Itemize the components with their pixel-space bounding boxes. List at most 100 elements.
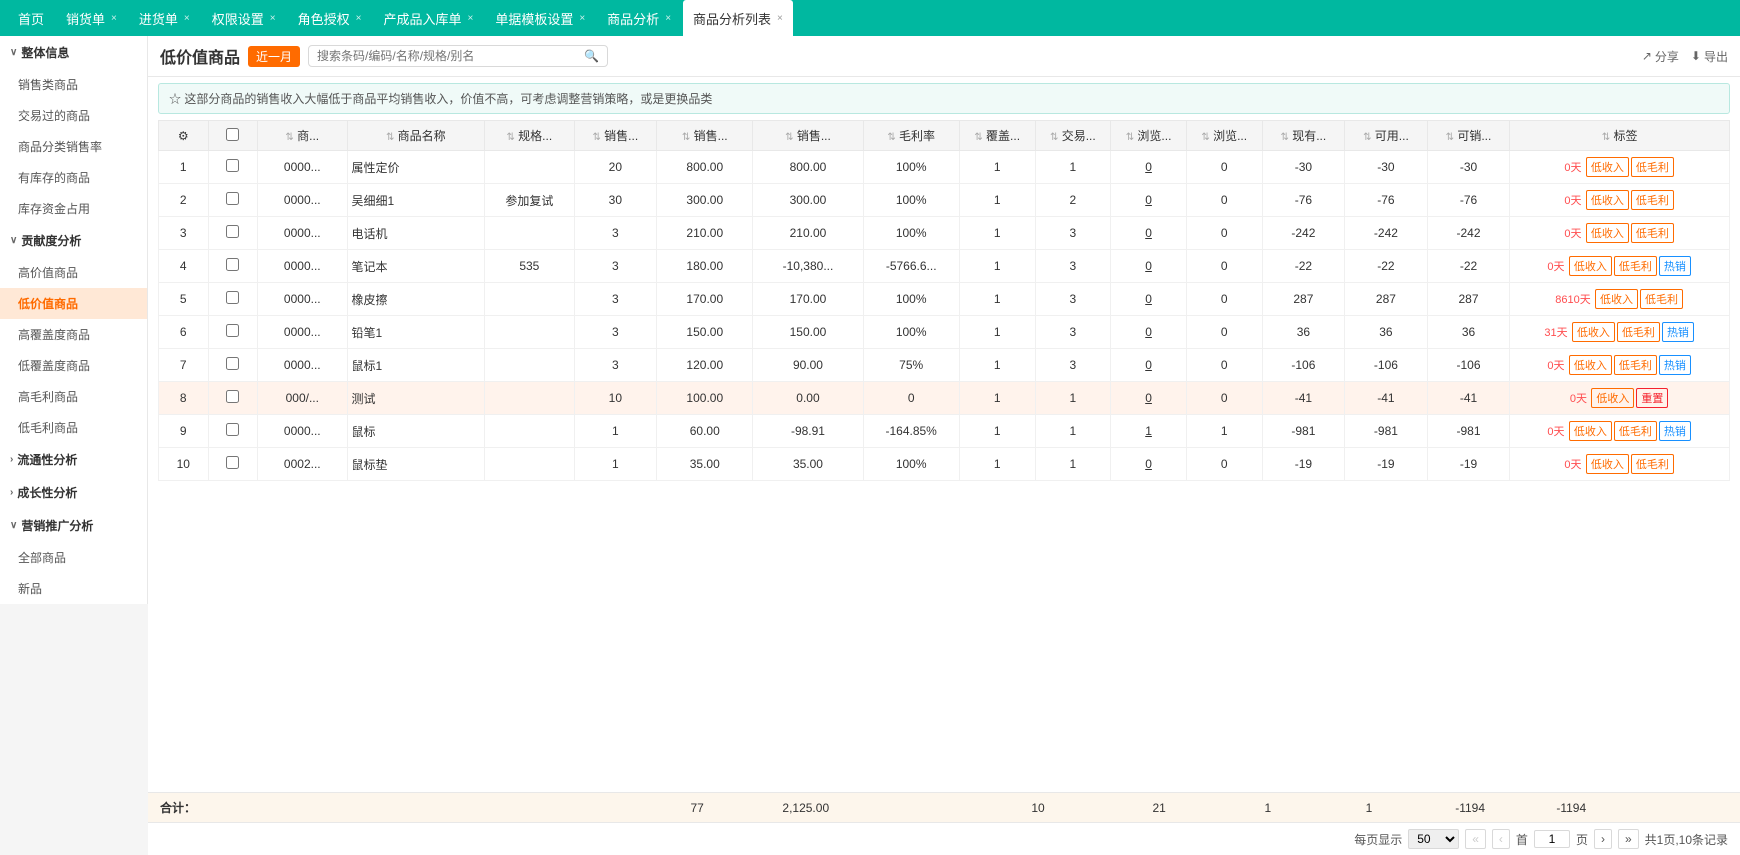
sidebar-item-全部商品[interactable]: 全部商品 <box>0 542 147 573</box>
row-checkbox[interactable] <box>208 448 258 481</box>
row-select-checkbox[interactable] <box>226 324 239 337</box>
row-tags[interactable]: 8610天 低收入低毛利 <box>1510 283 1730 316</box>
col-header-3[interactable]: ⇅ 商品名称 <box>347 121 485 151</box>
row-select-checkbox[interactable] <box>226 225 239 238</box>
nav-close-icon[interactable]: × <box>777 13 783 24</box>
view-link[interactable]: 0 <box>1145 193 1152 207</box>
col-header-10[interactable]: ⇅ 交易... <box>1035 121 1111 151</box>
row-checkbox[interactable] <box>208 217 258 250</box>
row-select-checkbox[interactable] <box>226 423 239 436</box>
col-header-5[interactable]: ⇅ 销售... <box>574 121 657 151</box>
table-area[interactable]: ⚙⇅ 商...⇅ 商品名称⇅ 规格...⇅ 销售...⇅ 销售...⇅ 销售..… <box>148 120 1740 792</box>
row-checkbox[interactable] <box>208 349 258 382</box>
period-badge[interactable]: 近一月 <box>248 46 300 67</box>
col-header-4[interactable]: ⇅ 规格... <box>485 121 574 151</box>
prev-page-btn[interactable]: ‹ <box>1492 829 1510 849</box>
row-tags[interactable]: 0天 低收入低毛利 <box>1510 151 1730 184</box>
row-checkbox[interactable] <box>208 250 258 283</box>
nav-item-商品分析[interactable]: 商品分析× <box>597 0 681 36</box>
sidebar-item-商品分类销售率[interactable]: 商品分类销售率 <box>0 131 147 162</box>
col-header-12[interactable]: ⇅ 浏览... <box>1186 121 1262 151</box>
view-link[interactable]: 0 <box>1145 325 1152 339</box>
nav-item-首页[interactable]: 首页 <box>8 0 54 36</box>
sidebar-item-销售类商品[interactable]: 销售类商品 <box>0 69 147 100</box>
sidebar-item-高覆盖度商品[interactable]: 高覆盖度商品 <box>0 319 147 350</box>
sidebar-item-库存资金占用[interactable]: 库存资金占用 <box>0 193 147 224</box>
row-tags[interactable]: 0天 低收入低毛利热销 <box>1510 415 1730 448</box>
view-link[interactable]: 0 <box>1145 457 1152 471</box>
settings-icon[interactable]: ⚙ <box>178 129 189 143</box>
row-view1[interactable]: 0 <box>1111 448 1187 481</box>
row-checkbox[interactable] <box>208 283 258 316</box>
col-header-15[interactable]: ⇅ 可销... <box>1427 121 1510 151</box>
view-link[interactable]: 1 <box>1145 424 1152 438</box>
nav-item-单据模板设置[interactable]: 单据模板设置× <box>485 0 595 36</box>
row-view1[interactable]: 0 <box>1111 283 1187 316</box>
view-link[interactable]: 0 <box>1145 259 1152 273</box>
row-tags[interactable]: 0天 低收入低毛利 <box>1510 448 1730 481</box>
row-checkbox[interactable] <box>208 382 258 415</box>
nav-item-销货单[interactable]: 销货单× <box>56 0 127 36</box>
per-page-select[interactable]: 50 100 <box>1408 829 1459 849</box>
view-link[interactable]: 0 <box>1145 292 1152 306</box>
row-select-checkbox[interactable] <box>226 390 239 403</box>
row-select-checkbox[interactable] <box>226 291 239 304</box>
page-input[interactable] <box>1534 830 1570 848</box>
nav-close-icon[interactable]: × <box>579 13 585 24</box>
nav-close-icon[interactable]: × <box>665 13 671 24</box>
row-view1[interactable]: 0 <box>1111 151 1187 184</box>
nav-close-icon[interactable]: × <box>270 13 276 24</box>
sidebar-item-低价值商品[interactable]: 低价值商品 <box>0 288 147 319</box>
sidebar-item-高毛利商品[interactable]: 高毛利商品 <box>0 381 147 412</box>
col-header-9[interactable]: ⇅ 覆盖... <box>959 121 1035 151</box>
row-select-checkbox[interactable] <box>226 159 239 172</box>
row-checkbox[interactable] <box>208 151 258 184</box>
nav-close-icon[interactable]: × <box>467 13 473 24</box>
view-link[interactable]: 0 <box>1145 358 1152 372</box>
row-checkbox[interactable] <box>208 184 258 217</box>
row-tags[interactable]: 0天 低收入低毛利 <box>1510 184 1730 217</box>
col-header-1[interactable] <box>208 121 258 151</box>
col-header-16[interactable]: ⇅ 标签 <box>1510 121 1730 151</box>
nav-close-icon[interactable]: × <box>111 13 117 24</box>
row-view1[interactable]: 0 <box>1111 316 1187 349</box>
search-input[interactable] <box>317 49 580 63</box>
col-header-6[interactable]: ⇅ 销售... <box>657 121 753 151</box>
row-view1[interactable]: 0 <box>1111 382 1187 415</box>
first-page-btn[interactable]: « <box>1465 829 1486 849</box>
col-header-0[interactable]: ⚙ <box>159 121 209 151</box>
nav-item-商品分析列表[interactable]: 商品分析列表× <box>683 0 793 36</box>
next-page-btn[interactable]: › <box>1594 829 1612 849</box>
sidebar-section-营销推广分析[interactable]: ∨营销推广分析 <box>0 509 147 542</box>
nav-item-产成品入库单[interactable]: 产成品入库单× <box>373 0 483 36</box>
sidebar-section-成长性分析[interactable]: ›成长性分析 <box>0 476 147 509</box>
row-tags[interactable]: 0天 低收入低毛利热销 <box>1510 349 1730 382</box>
select-all-checkbox[interactable] <box>226 128 239 141</box>
view-link[interactable]: 0 <box>1145 226 1152 240</box>
col-header-8[interactable]: ⇅ 毛利率 <box>863 121 959 151</box>
row-tags[interactable]: 0天 低收入低毛利 <box>1510 217 1730 250</box>
col-header-14[interactable]: ⇅ 可用... <box>1345 121 1428 151</box>
row-select-checkbox[interactable] <box>226 357 239 370</box>
nav-item-角色授权[interactable]: 角色授权× <box>288 0 372 36</box>
row-tags[interactable]: 0天 低收入低毛利热销 <box>1510 250 1730 283</box>
row-select-checkbox[interactable] <box>226 192 239 205</box>
col-header-13[interactable]: ⇅ 现有... <box>1262 121 1345 151</box>
sidebar-item-低毛利商品[interactable]: 低毛利商品 <box>0 412 147 443</box>
sidebar-item-高价值商品[interactable]: 高价值商品 <box>0 257 147 288</box>
last-page-btn[interactable]: » <box>1618 829 1639 849</box>
sidebar-section-流通性分析[interactable]: ›流通性分析 <box>0 443 147 476</box>
sidebar-item-有库存的商品[interactable]: 有库存的商品 <box>0 162 147 193</box>
col-header-11[interactable]: ⇅ 浏览... <box>1111 121 1187 151</box>
col-header-7[interactable]: ⇅ 销售... <box>753 121 863 151</box>
view-link[interactable]: 0 <box>1145 160 1152 174</box>
nav-item-权限设置[interactable]: 权限设置× <box>202 0 286 36</box>
row-tags[interactable]: 31天 低收入低毛利热销 <box>1510 316 1730 349</box>
sidebar-section-整体信息[interactable]: ∨整体信息 <box>0 36 147 69</box>
row-view1[interactable]: 0 <box>1111 349 1187 382</box>
row-view1[interactable]: 0 <box>1111 184 1187 217</box>
export-button[interactable]: ⬇ 导出 <box>1691 48 1728 65</box>
sidebar-item-新品[interactable]: 新品 <box>0 573 147 604</box>
nav-close-icon[interactable]: × <box>184 13 190 24</box>
sidebar-section-贡献度分析[interactable]: ∨贡献度分析 <box>0 224 147 257</box>
